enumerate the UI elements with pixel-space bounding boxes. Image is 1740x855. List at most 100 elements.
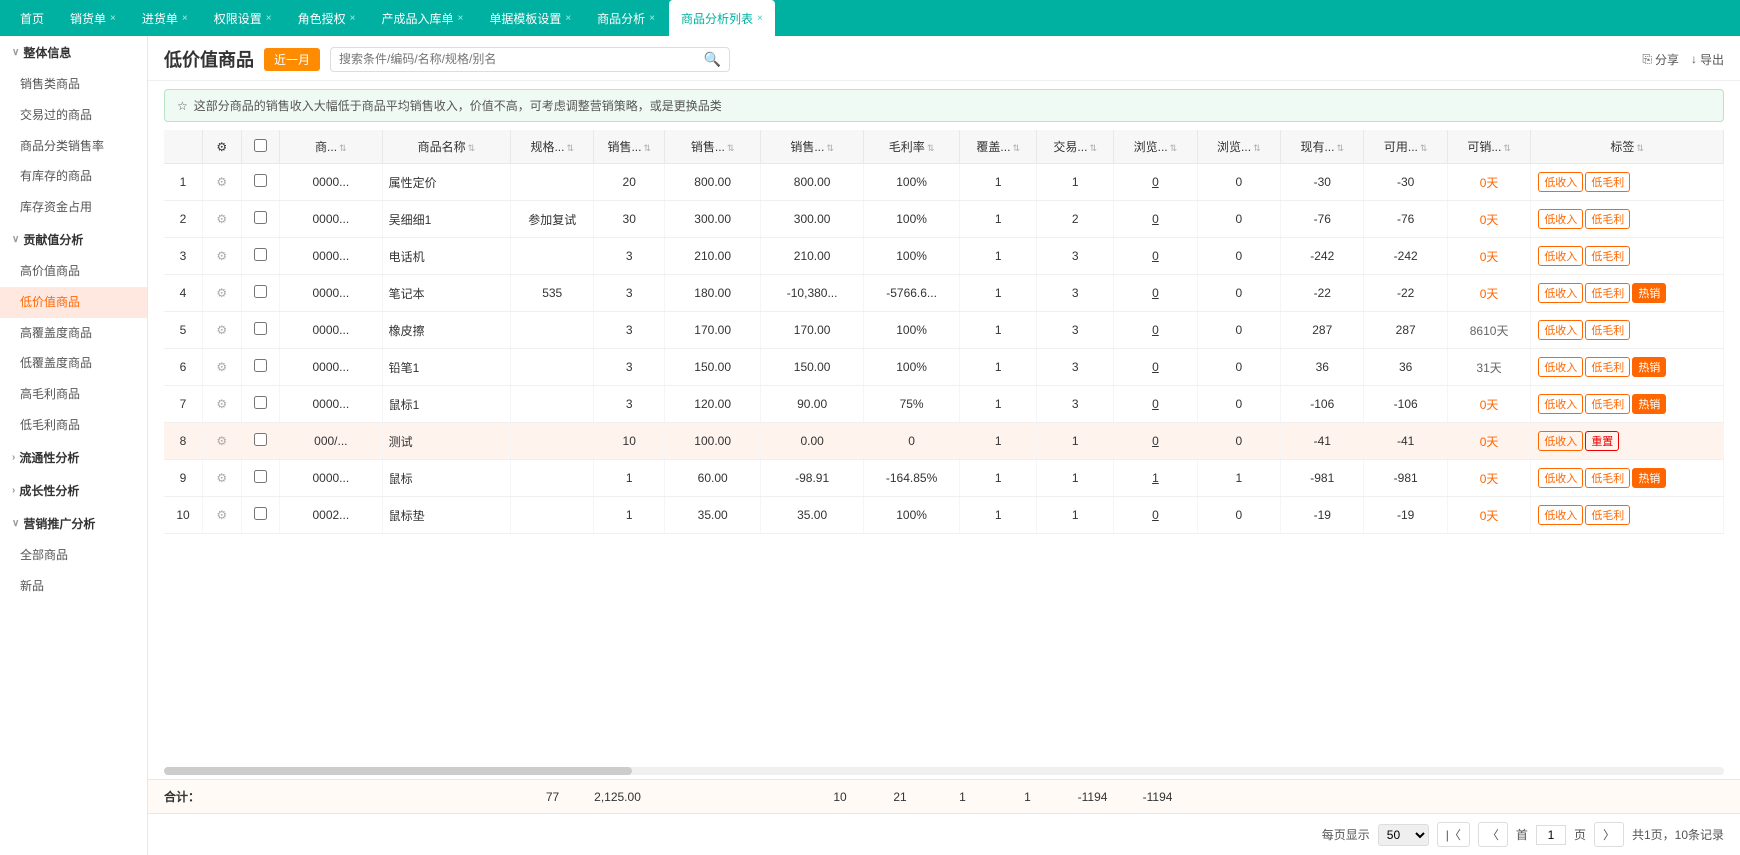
col-trade-header[interactable]: 交易...⇅ — [1037, 130, 1114, 164]
row-browse1[interactable]: 0 — [1114, 349, 1197, 386]
sidebar-item-high-value[interactable]: 高价值商品 — [0, 256, 147, 287]
row-setting[interactable]: ⚙ — [203, 164, 242, 201]
close-icon[interactable]: × — [266, 13, 272, 24]
sidebar-item-low-coverage[interactable]: 低覆盖度商品 — [0, 348, 147, 379]
next-page-button[interactable]: 〉 — [1594, 822, 1624, 847]
page-suffix: 页 — [1574, 826, 1586, 843]
sidebar-item-traded-goods[interactable]: 交易过的商品 — [0, 100, 147, 131]
row-check[interactable] — [241, 275, 280, 312]
nav-tab-analysis-list[interactable]: 商品分析列表 × — [669, 0, 775, 36]
first-page-button[interactable]: |〈 — [1437, 822, 1470, 847]
col-sale-qty-header[interactable]: 销售...⇅ — [594, 130, 665, 164]
close-icon[interactable]: × — [565, 13, 571, 24]
sidebar-item-stock-goods[interactable]: 有库存的商品 — [0, 161, 147, 192]
nav-tab-purchase[interactable]: 进货单 × — [130, 0, 200, 36]
row-check[interactable] — [241, 164, 280, 201]
sidebar-item-all-goods[interactable]: 全部商品 — [0, 540, 147, 571]
nav-tab-home[interactable]: 首页 — [8, 0, 56, 36]
nav-tab-analysis[interactable]: 商品分析 × — [585, 0, 667, 36]
col-tag-header[interactable]: 标签⇅ — [1531, 130, 1724, 164]
col-gross-header[interactable]: 毛利率⇅ — [863, 130, 959, 164]
sidebar-item-high-coverage[interactable]: 高覆盖度商品 — [0, 318, 147, 349]
filter-button[interactable]: 近一月 — [264, 48, 320, 71]
close-icon[interactable]: × — [649, 13, 655, 24]
sidebar-section-flow[interactable]: › 流通性分析 — [0, 441, 147, 474]
col-avail-header[interactable]: 可用...⇅ — [1364, 130, 1447, 164]
select-all-checkbox[interactable] — [254, 139, 267, 152]
sidebar-item-low-value[interactable]: 低价值商品 — [0, 287, 147, 318]
row-setting[interactable]: ⚙ — [203, 497, 242, 534]
nav-tab-perm[interactable]: 权限设置 × — [202, 0, 284, 36]
row-setting[interactable]: ⚙ — [203, 349, 242, 386]
row-browse1[interactable]: 0 — [1114, 386, 1197, 423]
top-nav: 首页 销货单 × 进货单 × 权限设置 × 角色授权 × 产成品入库单 × 单据… — [0, 0, 1740, 36]
col-cover-header[interactable]: 覆盖...⇅ — [960, 130, 1037, 164]
scrollbar-track[interactable] — [164, 767, 1724, 775]
row-check[interactable] — [241, 201, 280, 238]
row-setting[interactable]: ⚙ — [203, 386, 242, 423]
col-stock-header[interactable]: 现有...⇅ — [1281, 130, 1364, 164]
col-browse2-header[interactable]: 浏览...⇅ — [1197, 130, 1280, 164]
col-browse1-header[interactable]: 浏览...⇅ — [1114, 130, 1197, 164]
row-browse1[interactable]: 0 — [1114, 312, 1197, 349]
row-browse1[interactable]: 0 — [1114, 164, 1197, 201]
close-icon[interactable]: × — [110, 13, 116, 24]
row-check[interactable] — [241, 238, 280, 275]
export-button[interactable]: ↓ 导出 — [1691, 51, 1724, 68]
row-check[interactable] — [241, 423, 280, 460]
sidebar-section-marketing[interactable]: ∨ 营销推广分析 — [0, 507, 147, 540]
col-sale-amt-header[interactable]: 销售...⇅ — [665, 130, 761, 164]
share-button[interactable]: ⎘ 分享 — [1642, 51, 1679, 68]
nav-tab-sales[interactable]: 销货单 × — [58, 0, 128, 36]
table-wrapper[interactable]: ⚙ 商...⇅ 商品名称⇅ 规格...⇅ 销售...⇅ 销售...⇅ 销售...… — [148, 130, 1740, 767]
sidebar-section-contribution[interactable]: ∨ 贡献值分析 — [0, 223, 147, 256]
col-setting-header[interactable]: ⚙ — [203, 130, 242, 164]
row-browse1[interactable]: 0 — [1114, 238, 1197, 275]
row-check[interactable] — [241, 497, 280, 534]
close-icon[interactable]: × — [457, 13, 463, 24]
col-name-header[interactable]: 商品名称⇅ — [382, 130, 510, 164]
row-setting[interactable]: ⚙ — [203, 275, 242, 312]
col-sale-avg-header[interactable]: 销售...⇅ — [761, 130, 864, 164]
sidebar-section-overview[interactable]: ∨ 整体信息 — [0, 36, 147, 69]
search-icon[interactable]: 🔍 — [704, 51, 721, 68]
row-sale-avg: -98.91 — [761, 460, 864, 497]
row-setting[interactable]: ⚙ — [203, 201, 242, 238]
col-code-header[interactable]: 商...⇅ — [280, 130, 383, 164]
row-browse1[interactable]: 0 — [1114, 275, 1197, 312]
sidebar-item-sales-goods[interactable]: 销售类商品 — [0, 69, 147, 100]
row-sale-amt: 300.00 — [665, 201, 761, 238]
row-check[interactable] — [241, 349, 280, 386]
col-sell-header[interactable]: 可销...⇅ — [1447, 130, 1530, 164]
collapse-icon: ∨ — [12, 518, 19, 529]
prev-page-button[interactable]: 〈 — [1478, 822, 1508, 847]
scrollbar-thumb[interactable] — [164, 767, 632, 775]
nav-tab-role[interactable]: 角色授权 × — [286, 0, 368, 36]
row-check[interactable] — [241, 386, 280, 423]
row-browse1[interactable]: 0 — [1114, 497, 1197, 534]
col-check-header[interactable] — [241, 130, 280, 164]
col-spec-header[interactable]: 规格...⇅ — [511, 130, 594, 164]
search-input[interactable] — [339, 52, 700, 66]
row-setting[interactable]: ⚙ — [203, 423, 242, 460]
row-setting[interactable]: ⚙ — [203, 312, 242, 349]
row-browse1[interactable]: 1 — [1114, 460, 1197, 497]
close-icon[interactable]: × — [350, 13, 356, 24]
per-page-select[interactable]: 50 100 200 — [1378, 824, 1429, 846]
row-setting[interactable]: ⚙ — [203, 238, 242, 275]
sidebar-item-new-goods[interactable]: 新品 — [0, 571, 147, 602]
row-check[interactable] — [241, 460, 280, 497]
row-setting[interactable]: ⚙ — [203, 460, 242, 497]
row-check[interactable] — [241, 312, 280, 349]
sidebar-item-category-rate[interactable]: 商品分类销售率 — [0, 131, 147, 162]
sidebar-item-stock-capital[interactable]: 库存资金占用 — [0, 192, 147, 223]
sidebar-item-high-margin[interactable]: 高毛利商品 — [0, 379, 147, 410]
close-icon[interactable]: × — [757, 13, 763, 24]
close-icon[interactable]: × — [182, 13, 188, 24]
sidebar-section-growth[interactable]: › 成长性分析 — [0, 474, 147, 507]
nav-tab-product[interactable]: 产成品入库单 × — [369, 0, 475, 36]
nav-tab-template[interactable]: 单据模板设置 × — [477, 0, 583, 36]
sidebar-item-low-margin[interactable]: 低毛利商品 — [0, 410, 147, 441]
row-browse1[interactable]: 0 — [1114, 423, 1197, 460]
row-browse1[interactable]: 0 — [1114, 201, 1197, 238]
